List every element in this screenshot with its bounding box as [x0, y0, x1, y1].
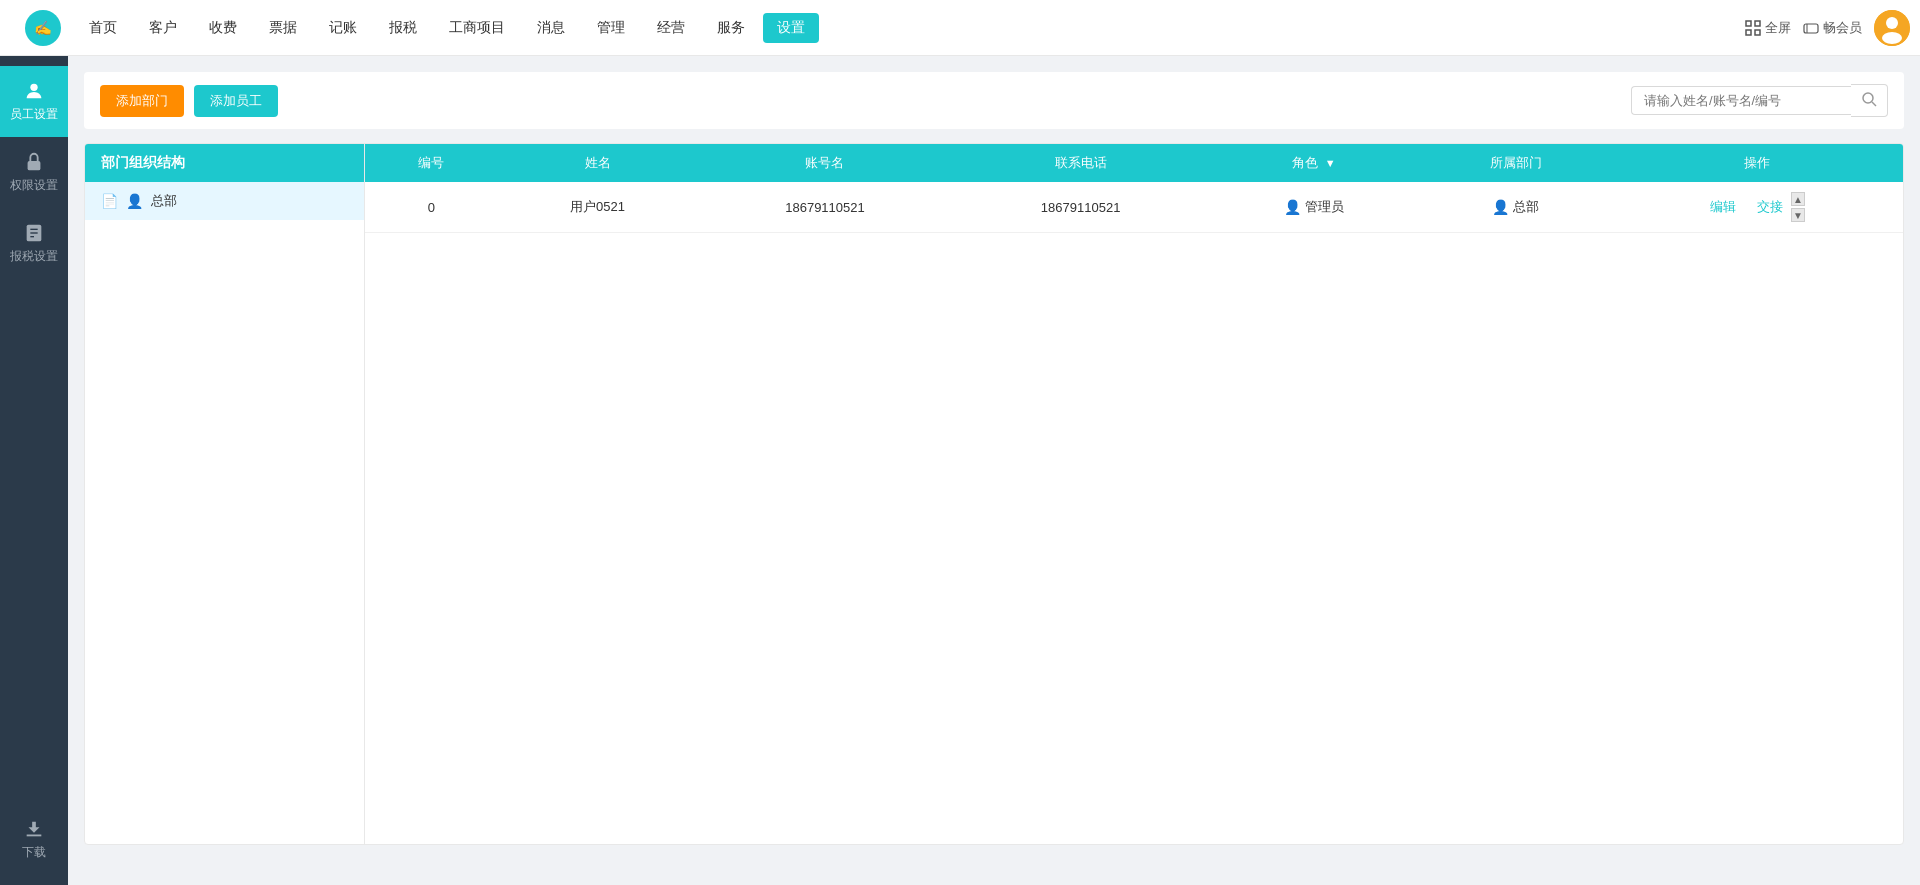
- cell-actions: 编辑 交接 ▲ ▼: [1612, 182, 1903, 233]
- table-row: 0 用户0521 18679110521 18679110521 👤 管理员 👤…: [365, 182, 1903, 233]
- role-label: 管理员: [1305, 198, 1344, 216]
- cell-id: 0: [365, 182, 498, 233]
- col-actions: 操作: [1612, 144, 1903, 182]
- nav-menu: 首页客户收费票据记账报税工商项目消息管理经营服务设置: [75, 13, 1745, 43]
- svg-point-10: [1882, 32, 1902, 44]
- sidebar-bottom-label: 下载: [22, 844, 46, 861]
- top-navigation: ✍ 首页客户收费票据记账报税工商项目消息管理经营服务设置 全屏 畅会员: [0, 0, 1920, 56]
- fullscreen-icon: [1745, 20, 1761, 36]
- role-filter-icon[interactable]: ▼: [1325, 157, 1336, 169]
- add-employee-button[interactable]: 添加员工: [194, 85, 278, 117]
- employee-icon: [23, 80, 45, 102]
- sidebar-item-tax[interactable]: 报税设置: [0, 208, 68, 279]
- cell-dept: 👤 总部: [1419, 182, 1612, 233]
- role-icon: 👤: [1284, 199, 1301, 215]
- scroll-down[interactable]: ▼: [1791, 208, 1805, 222]
- content-area: 部门组织结构 📄 👤 总部 编号 姓名 账号名 联系电话 角色: [84, 143, 1904, 845]
- svg-rect-12: [28, 161, 41, 170]
- svg-rect-2: [1746, 21, 1751, 26]
- dept-user-icon: 👤: [126, 193, 143, 209]
- nav-item-9[interactable]: 经营: [643, 13, 699, 43]
- vip-icon: [1803, 20, 1819, 36]
- sidebar-item-employee-label: 员工设置: [10, 106, 58, 123]
- search-button[interactable]: [1851, 84, 1888, 117]
- vip-button[interactable]: 畅会员: [1803, 19, 1862, 37]
- dept-cell-icon: 👤: [1492, 199, 1509, 215]
- cell-role: 👤 管理员: [1208, 182, 1419, 233]
- permission-icon: [23, 151, 45, 173]
- nav-item-11[interactable]: 设置: [763, 13, 819, 43]
- svg-rect-17: [27, 835, 42, 837]
- nav-item-4[interactable]: 记账: [315, 13, 371, 43]
- sidebar-item-download[interactable]: 下载: [22, 804, 46, 875]
- file-icon: 📄: [101, 193, 118, 209]
- search-area: [1631, 84, 1888, 117]
- cell-name: 用户0521: [498, 182, 697, 233]
- table-header-row: 编号 姓名 账号名 联系电话 角色 ▼ 所属部门 操作: [365, 144, 1903, 182]
- sidebar-item-employee[interactable]: 员工设置: [0, 66, 68, 137]
- tax-icon: [23, 222, 45, 244]
- main-content: 添加部门 添加员工 部门组织结构 📄 👤 总部: [68, 56, 1920, 885]
- col-account: 账号名: [697, 144, 953, 182]
- col-dept: 所属部门: [1419, 144, 1612, 182]
- svg-point-18: [1863, 93, 1873, 103]
- svg-rect-6: [1804, 24, 1818, 33]
- sidebar-item-permission-label: 权限设置: [10, 177, 58, 194]
- search-input[interactable]: [1631, 86, 1851, 115]
- nav-item-3[interactable]: 票据: [255, 13, 311, 43]
- scroll-arrows: ▲ ▼: [1791, 192, 1805, 222]
- scroll-up[interactable]: ▲: [1791, 192, 1805, 206]
- dept-tree-header: 部门组织结构: [85, 144, 364, 182]
- nav-item-5[interactable]: 报税: [375, 13, 431, 43]
- top-nav-right: 全屏 畅会员: [1745, 10, 1910, 46]
- cell-account: 18679110521: [697, 182, 953, 233]
- nav-item-1[interactable]: 客户: [135, 13, 191, 43]
- svg-text:✍: ✍: [34, 19, 52, 37]
- col-role: 角色 ▼: [1208, 144, 1419, 182]
- col-name: 姓名: [498, 144, 697, 182]
- col-phone: 联系电话: [953, 144, 1209, 182]
- dept-name: 总部: [151, 192, 177, 210]
- cell-phone: 18679110521: [953, 182, 1209, 233]
- avatar-icon: [1874, 10, 1910, 46]
- download-icon: [23, 818, 45, 840]
- toolbar: 添加部门 添加员工: [84, 72, 1904, 129]
- add-dept-button[interactable]: 添加部门: [100, 85, 184, 117]
- dept-tree-item-0[interactable]: 📄 👤 总部: [85, 182, 364, 220]
- svg-point-11: [30, 84, 37, 91]
- table: 编号 姓名 账号名 联系电话 角色 ▼ 所属部门 操作 0 用户0521: [365, 144, 1903, 233]
- avatar[interactable]: [1874, 10, 1910, 46]
- nav-item-10[interactable]: 服务: [703, 13, 759, 43]
- svg-rect-3: [1755, 21, 1760, 26]
- fullscreen-label: 全屏: [1765, 19, 1791, 37]
- sidebar: 员工设置 权限设置 报税设置 下载: [0, 56, 68, 885]
- edit-link[interactable]: 编辑: [1710, 198, 1736, 216]
- fullscreen-button[interactable]: 全屏: [1745, 19, 1791, 37]
- col-id: 编号: [365, 144, 498, 182]
- nav-item-7[interactable]: 消息: [523, 13, 579, 43]
- dept-tree: 部门组织结构 📄 👤 总部: [85, 144, 365, 844]
- sidebar-item-permission[interactable]: 权限设置: [0, 137, 68, 208]
- employee-table: 编号 姓名 账号名 联系电话 角色 ▼ 所属部门 操作 0 用户0521: [365, 144, 1903, 844]
- nav-item-0[interactable]: 首页: [75, 13, 131, 43]
- svg-point-9: [1886, 17, 1898, 29]
- nav-item-8[interactable]: 管理: [583, 13, 639, 43]
- sidebar-item-tax-label: 报税设置: [10, 248, 58, 265]
- app-logo[interactable]: ✍: [10, 10, 75, 46]
- svg-rect-5: [1755, 30, 1760, 35]
- dept-cell-label: 总部: [1513, 198, 1539, 216]
- search-icon: [1861, 91, 1877, 107]
- svg-rect-4: [1746, 30, 1751, 35]
- vip-label: 畅会员: [1823, 19, 1862, 37]
- transfer-link[interactable]: 交接: [1757, 198, 1783, 216]
- nav-item-2[interactable]: 收费: [195, 13, 251, 43]
- svg-line-19: [1872, 102, 1876, 106]
- nav-item-6[interactable]: 工商项目: [435, 13, 519, 43]
